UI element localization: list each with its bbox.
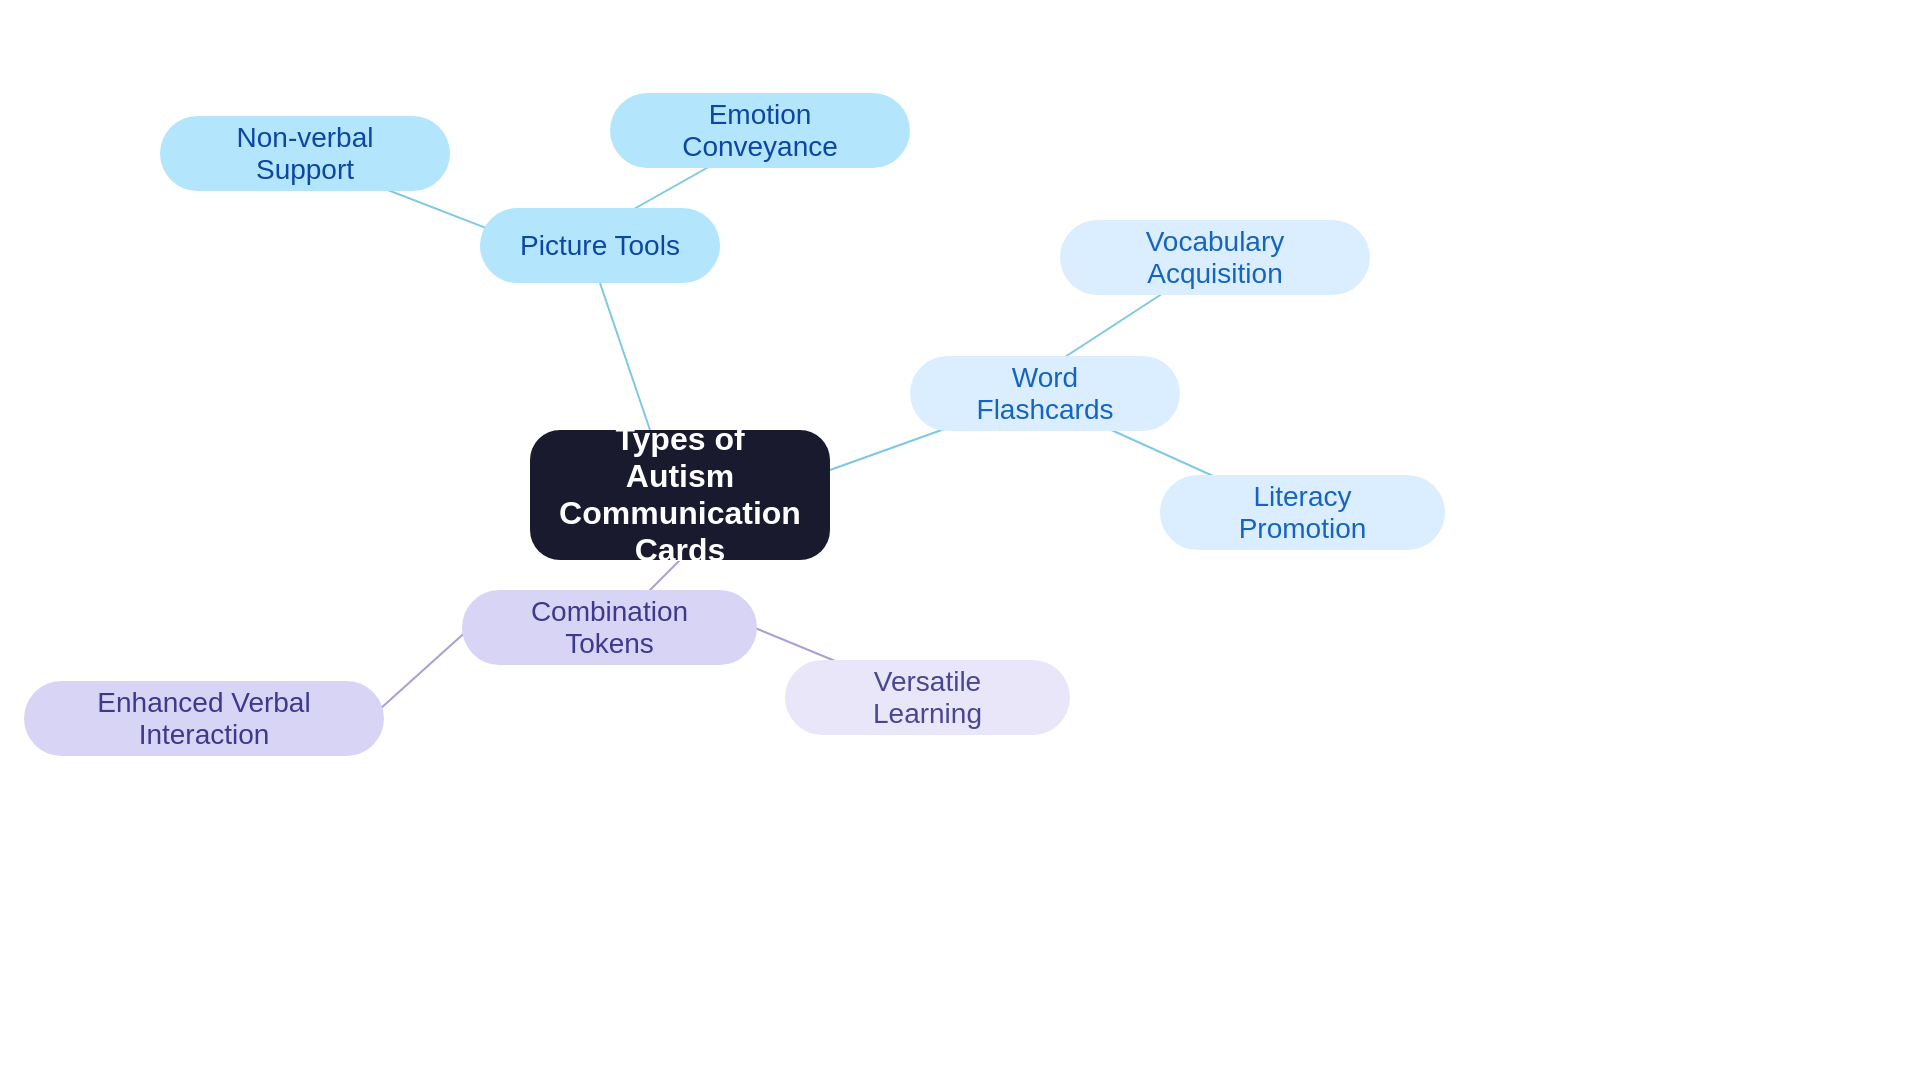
emotion-conveyance-node: Emotion Conveyance (610, 93, 910, 168)
word-flashcards-label: Word Flashcards (946, 362, 1144, 426)
literacy-label: Literacy Promotion (1196, 481, 1409, 545)
non-verbal-support-node: Non-verbal Support (160, 116, 450, 191)
enhanced-verbal-node: Enhanced Verbal Interaction (24, 681, 384, 756)
combination-label: Combination Tokens (498, 596, 721, 660)
versatile-learning-node: Versatile Learning (785, 660, 1070, 735)
vocabulary-acquisition-node: Vocabulary Acquisition (1060, 220, 1370, 295)
svg-line-0 (600, 283, 650, 430)
literacy-promotion-node: Literacy Promotion (1160, 475, 1445, 550)
enhanced-verbal-label: Enhanced Verbal Interaction (60, 687, 348, 751)
versatile-learning-label: Versatile Learning (821, 666, 1034, 730)
emotion-label: Emotion Conveyance (646, 99, 874, 163)
center-node: Types of Autism Communication Cards (530, 430, 830, 560)
picture-tools-node: Picture Tools (480, 208, 720, 283)
combination-tokens-node: Combination Tokens (462, 590, 757, 665)
non-verbal-label: Non-verbal Support (196, 122, 414, 186)
svg-line-7 (370, 628, 470, 718)
picture-tools-label: Picture Tools (520, 230, 680, 262)
word-flashcards-node: Word Flashcards (910, 356, 1180, 431)
vocabulary-label: Vocabulary Acquisition (1096, 226, 1334, 290)
center-label: Types of Autism Communication Cards (559, 421, 801, 569)
